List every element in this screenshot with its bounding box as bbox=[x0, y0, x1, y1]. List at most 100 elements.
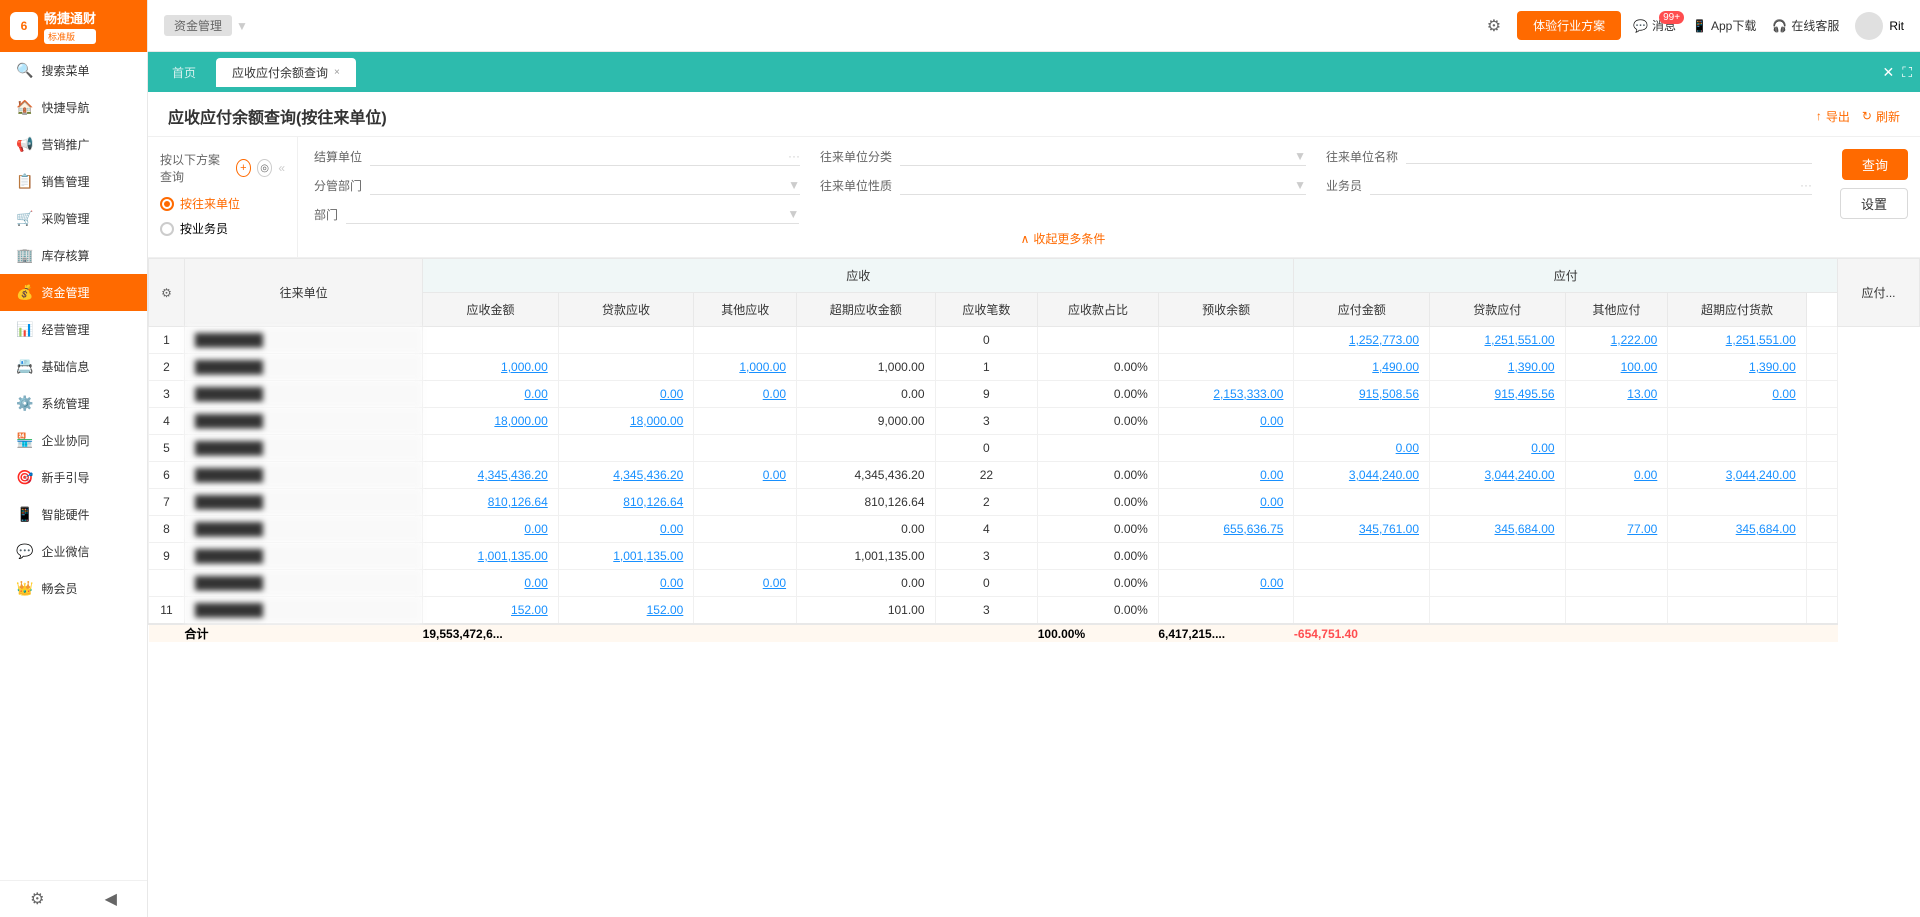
sidebar-icon-sales: 📋 bbox=[16, 173, 33, 190]
dept-head-select[interactable]: ▼ bbox=[370, 176, 800, 195]
dept-select[interactable]: ▼ bbox=[346, 205, 799, 224]
th-partner: 往来单位 bbox=[185, 259, 423, 327]
cell-overdue-pay-2: 0.00 bbox=[1668, 381, 1806, 408]
solution-button[interactable]: 体验行业方案 bbox=[1517, 11, 1621, 40]
sidebar-item-operations[interactable]: 📊经营管理 bbox=[0, 311, 147, 348]
cell-pay-amt-9 bbox=[1294, 570, 1430, 597]
sidebar-bottom: ⚙ ◀ bbox=[0, 880, 147, 917]
filter-scheme-button[interactable]: ◎ bbox=[257, 159, 272, 177]
sidebar-item-vip[interactable]: 👑畅会员 bbox=[0, 570, 147, 607]
partner-nature-select[interactable]: ▼ bbox=[900, 176, 1306, 195]
cell-prepaid-5: 0.00 bbox=[1158, 462, 1294, 489]
refresh-button[interactable]: ↻ 刷新 bbox=[1862, 108, 1900, 125]
message-button[interactable]: 💬 消息 99+ bbox=[1633, 17, 1676, 34]
cell-overdue-pay-0: 1,251,551.00 bbox=[1668, 327, 1806, 354]
cell-pay-amt-5: 3,044,240.00 bbox=[1294, 462, 1430, 489]
query-option-label-by-salesperson: 按业务员 bbox=[180, 220, 228, 237]
filter-row-2: 分管部门 ▼ 往来单位性质 ▼ 业务员 bbox=[314, 176, 1812, 195]
cell-pay-amt-0: 1,252,773.00 bbox=[1294, 327, 1430, 354]
window-close-icon[interactable]: ✕ bbox=[1882, 64, 1894, 81]
salesperson-input[interactable]: ··· bbox=[1370, 176, 1812, 195]
tab-receivable-query[interactable]: 应收应付余额查询 × bbox=[216, 58, 356, 87]
sidebar-item-purchase[interactable]: 🛒采购管理 bbox=[0, 200, 147, 237]
th-receivable-amount: 应收金额 bbox=[423, 293, 559, 327]
cell-pay-amt-4: 0.00 bbox=[1294, 435, 1430, 462]
cell-prepaid-7: 655,636.75 bbox=[1158, 516, 1294, 543]
sidebar-item-quick-nav[interactable]: 🏠快捷导航 bbox=[0, 89, 147, 126]
cell-no-2: 3 bbox=[149, 381, 185, 408]
query-button[interactable]: 查询 bbox=[1842, 149, 1908, 180]
app-download-button[interactable]: 📱 App下载 bbox=[1692, 17, 1756, 34]
sidebar-item-sales[interactable]: 📋销售管理 bbox=[0, 163, 147, 200]
sidebar-item-smart-hw[interactable]: 📱智能硬件 bbox=[0, 496, 147, 533]
table-row: 8 ████████ 0.00 0.00 0.00 4 0.00% 655,63… bbox=[149, 516, 1920, 543]
export-button[interactable]: ↑ 导出 bbox=[1816, 108, 1850, 125]
filter-item-partner-nature: 往来单位性质 ▼ bbox=[820, 176, 1306, 195]
cell-loan-rec-5: 4,345,436.20 bbox=[558, 462, 694, 489]
cell-overdue-rec-9: 0.00 bbox=[797, 570, 935, 597]
cell-rec-amt-6: 810,126.64 bbox=[423, 489, 559, 516]
partner-name-input[interactable] bbox=[1406, 149, 1812, 164]
sidebar-item-basic-info[interactable]: 📇基础信息 bbox=[0, 348, 147, 385]
cell-loan-rec-3: 18,000.00 bbox=[558, 408, 694, 435]
cell-overdue-rec-4 bbox=[797, 435, 935, 462]
cell-other-rec-1: 1,000.00 bbox=[694, 354, 797, 381]
footer-empty1 bbox=[149, 624, 185, 642]
cell-loan-pay-5: 3,044,240.00 bbox=[1430, 462, 1566, 489]
cell-rec-count-9: 0 bbox=[935, 570, 1038, 597]
online-service-button[interactable]: 🎧 在线客服 bbox=[1772, 17, 1839, 34]
th-overdue-receivable: 超期应收金额 bbox=[797, 293, 935, 327]
topbar-gear-icon[interactable]: ⚙ bbox=[1487, 16, 1501, 36]
settings-button[interactable]: 设置 bbox=[1840, 188, 1908, 219]
settlement-unit-input[interactable]: ··· bbox=[370, 147, 800, 166]
sidebar-item-system[interactable]: ⚙️系统管理 bbox=[0, 385, 147, 422]
tab-close-icon[interactable]: × bbox=[334, 67, 340, 78]
query-option-by-salesperson[interactable]: 按业务员 bbox=[148, 216, 297, 241]
dept-chevron-icon: ▼ bbox=[787, 207, 799, 221]
cell-pay-amt-2: 915,508.56 bbox=[1294, 381, 1430, 408]
cell-pay-more-9 bbox=[1806, 570, 1837, 597]
sidebar-item-enterprise-wx[interactable]: 💬企业微信 bbox=[0, 533, 147, 570]
sidebar-collapse-icon[interactable]: ◀ bbox=[105, 889, 117, 909]
topbar-actions: ⚙ 体验行业方案 bbox=[1487, 11, 1621, 40]
cell-loan-pay-7: 345,684.00 bbox=[1430, 516, 1566, 543]
sidebar-item-finance[interactable]: 💰资金管理 bbox=[0, 274, 147, 311]
footer-other-receivable bbox=[694, 624, 797, 642]
partner-category-select[interactable]: ▼ bbox=[900, 147, 1306, 166]
app-download-icon: 📱 bbox=[1692, 19, 1707, 33]
sidebar-item-marketing[interactable]: 📢营销推广 bbox=[0, 126, 147, 163]
cell-rec-amt-7: 0.00 bbox=[423, 516, 559, 543]
user-name: Rit bbox=[1889, 19, 1904, 33]
logo-text: 畅捷通财 bbox=[44, 8, 96, 27]
footer-prepaid-balance: 6,417,215.... bbox=[1158, 624, 1294, 642]
cell-no-0: 1 bbox=[149, 327, 185, 354]
query-option-by-partner[interactable]: 按往来单位 bbox=[148, 191, 297, 216]
sidebar-item-enterprise[interactable]: 🏪企业协同 bbox=[0, 422, 147, 459]
cell-rec-amt-3: 18,000.00 bbox=[423, 408, 559, 435]
table-row: 5 ████████ 0 0.00 0.00 bbox=[149, 435, 1920, 462]
sidebar-item-inventory[interactable]: 🏢库存核算 bbox=[0, 237, 147, 274]
sidebar-item-newbie[interactable]: 🎯新手引导 bbox=[0, 459, 147, 496]
tab-home[interactable]: 首页 bbox=[156, 58, 212, 87]
cell-overdue-rec-2: 0.00 bbox=[797, 381, 935, 408]
cell-pay-amt-10 bbox=[1294, 597, 1430, 625]
table-settings-icon[interactable]: ⚙ bbox=[161, 286, 172, 300]
sidebar-item-search-menu[interactable]: 🔍搜索菜单 bbox=[0, 52, 147, 89]
topbar-right: 💬 消息 99+ 📱 App下载 🎧 在线客服 Rit bbox=[1633, 12, 1904, 40]
filter-collapse-left-icon[interactable]: « bbox=[278, 161, 285, 175]
sidebar-settings-icon[interactable]: ⚙ bbox=[30, 889, 44, 909]
filter-add-button[interactable]: + bbox=[236, 159, 251, 177]
collapse-button[interactable]: ∧ 收起更多条件 bbox=[1021, 230, 1106, 247]
cell-partner-0: ████████ bbox=[185, 327, 423, 354]
cell-other-rec-3 bbox=[694, 408, 797, 435]
cell-prepaid-1 bbox=[1158, 354, 1294, 381]
cell-rec-ratio-6: 0.00% bbox=[1038, 489, 1159, 516]
window-maximize-icon[interactable]: ⛶ bbox=[1902, 64, 1912, 81]
cell-loan-rec-9: 0.00 bbox=[558, 570, 694, 597]
cell-partner-3: ████████ bbox=[185, 408, 423, 435]
th-receivable-group: 应收 bbox=[423, 259, 1294, 293]
cell-loan-rec-7: 0.00 bbox=[558, 516, 694, 543]
sidebar-label-smart-hw: 智能硬件 bbox=[41, 506, 89, 523]
cell-overdue-rec-3: 9,000.00 bbox=[797, 408, 935, 435]
table-row: ████████ 0.00 0.00 0.00 0.00 0 0.00% 0.0… bbox=[149, 570, 1920, 597]
